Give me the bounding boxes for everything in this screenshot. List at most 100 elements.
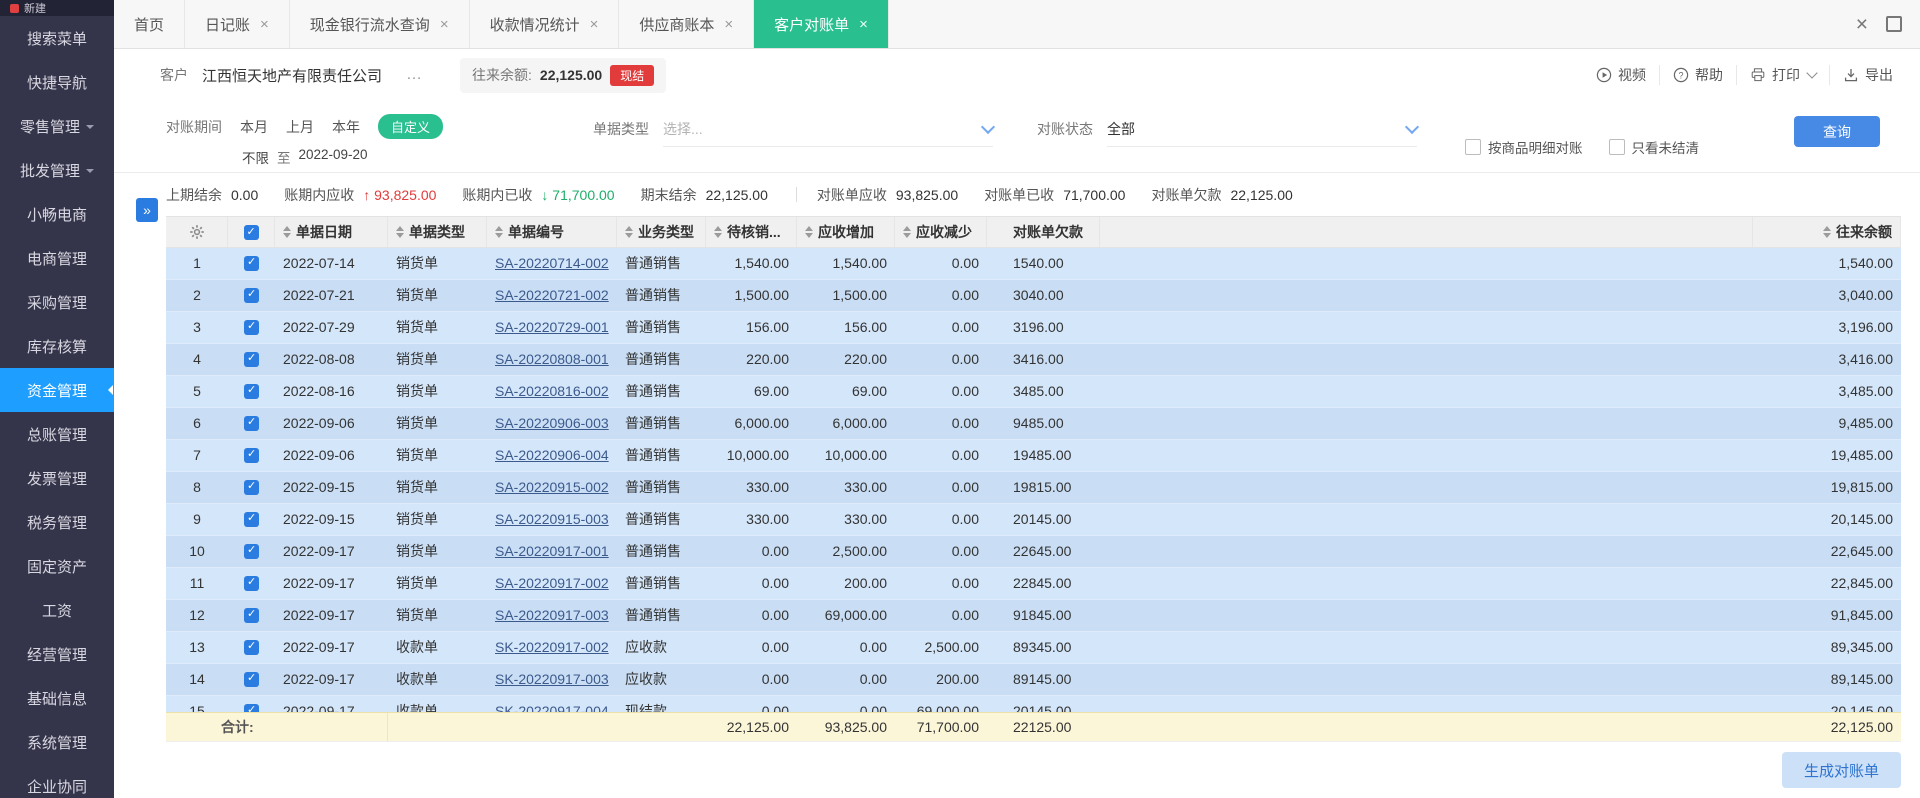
sidebar-item-7[interactable]: 采购管理 bbox=[0, 280, 114, 324]
help-button[interactable]: ? 帮助 bbox=[1659, 65, 1736, 85]
sidebar-item-5[interactable]: 小畅电商 bbox=[0, 192, 114, 236]
row-checkbox-checked[interactable] bbox=[244, 408, 259, 438]
row-checkbox-checked[interactable] bbox=[244, 632, 259, 662]
column-header-pend[interactable]: 待核销... bbox=[706, 217, 797, 247]
doc-no-link[interactable]: SA-20220906-003 bbox=[495, 415, 609, 431]
detail-checkbox-option[interactable]: 按商品明细对账 bbox=[1465, 114, 1583, 172]
row-checkbox-checked[interactable] bbox=[244, 440, 259, 470]
query-button[interactable]: 查询 bbox=[1794, 116, 1880, 147]
period-option-3[interactable]: 本年 bbox=[332, 117, 360, 137]
table-row[interactable]: 6 2022-09-06 销货单 SA-20220906-003 普通销售 6,000.0… bbox=[166, 408, 1901, 440]
tab-6[interactable]: 客户对账单 × bbox=[754, 0, 889, 48]
period-option-4[interactable]: 自定义 bbox=[378, 114, 444, 139]
table-row[interactable]: 4 2022-08-08 销货单 SA-20220808-001 普通销售 220.00 2… bbox=[166, 344, 1901, 376]
export-button[interactable]: 导出 bbox=[1829, 65, 1906, 85]
doc-no-link[interactable]: SA-20220816-002 bbox=[495, 383, 609, 399]
sidebar-item-2[interactable]: 快捷导航 bbox=[0, 60, 114, 104]
column-header-type[interactable]: 单据类型 bbox=[388, 217, 487, 247]
tab-5[interactable]: 供应商账本 × bbox=[619, 0, 755, 48]
row-checkbox-checked[interactable] bbox=[244, 280, 259, 310]
sidebar-item-3[interactable]: 零售管理 bbox=[0, 104, 114, 148]
row-checkbox-checked[interactable] bbox=[244, 472, 259, 502]
sidebar-item-16[interactable]: 基础信息 bbox=[0, 676, 114, 720]
sidebar-item-9[interactable]: 资金管理 bbox=[0, 368, 114, 412]
tab-3[interactable]: 现金银行流水查询 × bbox=[290, 0, 470, 48]
sidebar-item-8[interactable]: 库存核算 bbox=[0, 324, 114, 368]
row-checkbox-checked[interactable] bbox=[244, 344, 259, 374]
doc-no-link[interactable]: SA-20220917-003 bbox=[495, 607, 609, 623]
table-row[interactable]: 9 2022-09-15 销货单 SA-20220915-003 普通销售 330.00 3… bbox=[166, 504, 1901, 536]
doc-type-dropdown[interactable]: 选择... bbox=[663, 119, 996, 147]
doc-no-link[interactable]: SA-20220906-004 bbox=[495, 447, 609, 463]
doc-no-link[interactable]: SA-20220721-002 bbox=[495, 287, 609, 303]
table-row[interactable]: 10 2022-09-17 销货单 SA-20220917-001 普通销售 0.00 2,… bbox=[166, 536, 1901, 568]
row-checkbox-checked[interactable] bbox=[244, 568, 259, 598]
sidebar-item-1[interactable]: 搜索菜单 bbox=[0, 16, 114, 60]
sidebar-item-4[interactable]: 批发管理 bbox=[0, 148, 114, 192]
sidebar-item-14[interactable]: 工资 bbox=[0, 588, 114, 632]
column-header-bal[interactable]: 往来余额 bbox=[1753, 217, 1901, 247]
table-row[interactable]: 7 2022-09-06 销货单 SA-20220906-004 普通销售 10,000.… bbox=[166, 440, 1901, 472]
fullscreen-icon[interactable] bbox=[1886, 16, 1902, 32]
doc-no-link[interactable]: SA-20220917-002 bbox=[495, 575, 609, 591]
sidebar-item-12[interactable]: 税务管理 bbox=[0, 500, 114, 544]
row-checkbox-checked[interactable] bbox=[244, 504, 259, 534]
doc-no-link[interactable]: SA-20220729-001 bbox=[495, 319, 609, 335]
table-row[interactable]: 8 2022-09-15 销货单 SA-20220915-002 普通销售 330.00 3… bbox=[166, 472, 1901, 504]
row-checkbox-checked[interactable] bbox=[244, 536, 259, 566]
doc-no-link[interactable]: SA-20220917-001 bbox=[495, 543, 609, 559]
doc-no-link[interactable]: SK-20220917-004 bbox=[495, 703, 609, 712]
close-tab-icon[interactable]: × bbox=[260, 16, 269, 33]
table-row[interactable]: 15 2022-09-17 收款单 SK-20220917-004 现结款 0.00 0.0… bbox=[166, 696, 1901, 712]
customer-lookup-button[interactable]: … bbox=[406, 66, 424, 84]
sidebar-item-17[interactable]: 系统管理 bbox=[0, 720, 114, 764]
checkbox-unchecked-icon[interactable] bbox=[1608, 138, 1625, 155]
row-checkbox-checked[interactable] bbox=[244, 248, 259, 278]
close-all-tabs-icon[interactable]: × bbox=[1856, 14, 1868, 35]
sidebar-item-10[interactable]: 总账管理 bbox=[0, 412, 114, 456]
checkbox-unchecked-icon[interactable] bbox=[1465, 138, 1482, 155]
row-checkbox-checked[interactable] bbox=[244, 600, 259, 630]
table-row[interactable]: 2 2022-07-21 销货单 SA-20220721-002 普通销售 1,500.0… bbox=[166, 280, 1901, 312]
table-row[interactable]: 5 2022-08-16 销货单 SA-20220816-002 普通销售 69.00 69… bbox=[166, 376, 1901, 408]
status-dropdown[interactable]: 全部 bbox=[1107, 119, 1420, 147]
close-tab-icon[interactable]: × bbox=[724, 16, 733, 33]
range-date-value[interactable]: 2022-09-20 bbox=[299, 147, 368, 167]
table-row[interactable]: 13 2022-09-17 收款单 SK-20220917-002 应收款 0.00 0.0… bbox=[166, 632, 1901, 664]
table-row[interactable]: 3 2022-07-29 销货单 SA-20220729-001 普通销售 156.00 1… bbox=[166, 312, 1901, 344]
column-header-biz[interactable]: 业务类型 bbox=[617, 217, 706, 247]
table-row[interactable]: 14 2022-09-17 收款单 SK-20220917-003 应收款 0.00 0.0… bbox=[166, 664, 1901, 696]
customer-name-field[interactable]: 江西恒天地产有限责任公司 bbox=[202, 65, 382, 86]
row-checkbox-checked[interactable] bbox=[244, 664, 259, 694]
range-from-value[interactable]: 不限 bbox=[242, 147, 269, 167]
doc-no-link[interactable]: SA-20220808-001 bbox=[495, 351, 609, 367]
tab-1[interactable]: 首页 bbox=[114, 0, 186, 48]
sidebar-top-item[interactable]: 新建 bbox=[0, 0, 114, 16]
doc-no-link[interactable]: SA-20220714-002 bbox=[495, 255, 609, 271]
row-checkbox-checked[interactable] bbox=[244, 696, 259, 712]
table-row[interactable]: 11 2022-09-17 销货单 SA-20220917-002 普通销售 0.00 20… bbox=[166, 568, 1901, 600]
expand-panel-handle[interactable]: » bbox=[136, 198, 158, 222]
sidebar-item-6[interactable]: 电商管理 bbox=[0, 236, 114, 280]
close-tab-icon[interactable]: × bbox=[859, 16, 868, 33]
close-tab-icon[interactable]: × bbox=[590, 16, 599, 33]
doc-no-link[interactable]: SA-20220915-002 bbox=[495, 479, 609, 495]
select-all-checkbox[interactable] bbox=[243, 217, 259, 247]
table-row[interactable]: 1 2022-07-14 销货单 SA-20220714-002 普通销售 1,540.0… bbox=[166, 248, 1901, 280]
doc-no-link[interactable]: SK-20220917-002 bbox=[495, 639, 609, 655]
print-button[interactable]: 打印 bbox=[1736, 65, 1829, 85]
period-option-2[interactable]: 上月 bbox=[286, 117, 314, 137]
sidebar-item-11[interactable]: 发票管理 bbox=[0, 456, 114, 500]
tab-2[interactable]: 日记账 × bbox=[185, 0, 290, 48]
video-button[interactable]: 视频 bbox=[1583, 65, 1659, 85]
table-row[interactable]: 12 2022-09-17 销货单 SA-20220917-003 普通销售 0.00 69… bbox=[166, 600, 1901, 632]
column-header-date[interactable]: 单据日期 bbox=[275, 217, 388, 247]
doc-no-link[interactable]: SA-20220915-003 bbox=[495, 511, 609, 527]
column-header-inc[interactable]: 应收增加 bbox=[797, 217, 895, 247]
sidebar-item-18[interactable]: 企业协同 bbox=[0, 764, 114, 798]
sidebar-item-13[interactable]: 固定资产 bbox=[0, 544, 114, 588]
close-tab-icon[interactable]: × bbox=[440, 16, 449, 33]
period-option-1[interactable]: 本月 bbox=[240, 117, 268, 137]
tab-4[interactable]: 收款情况统计 × bbox=[470, 0, 620, 48]
column-settings-button[interactable] bbox=[166, 217, 228, 247]
